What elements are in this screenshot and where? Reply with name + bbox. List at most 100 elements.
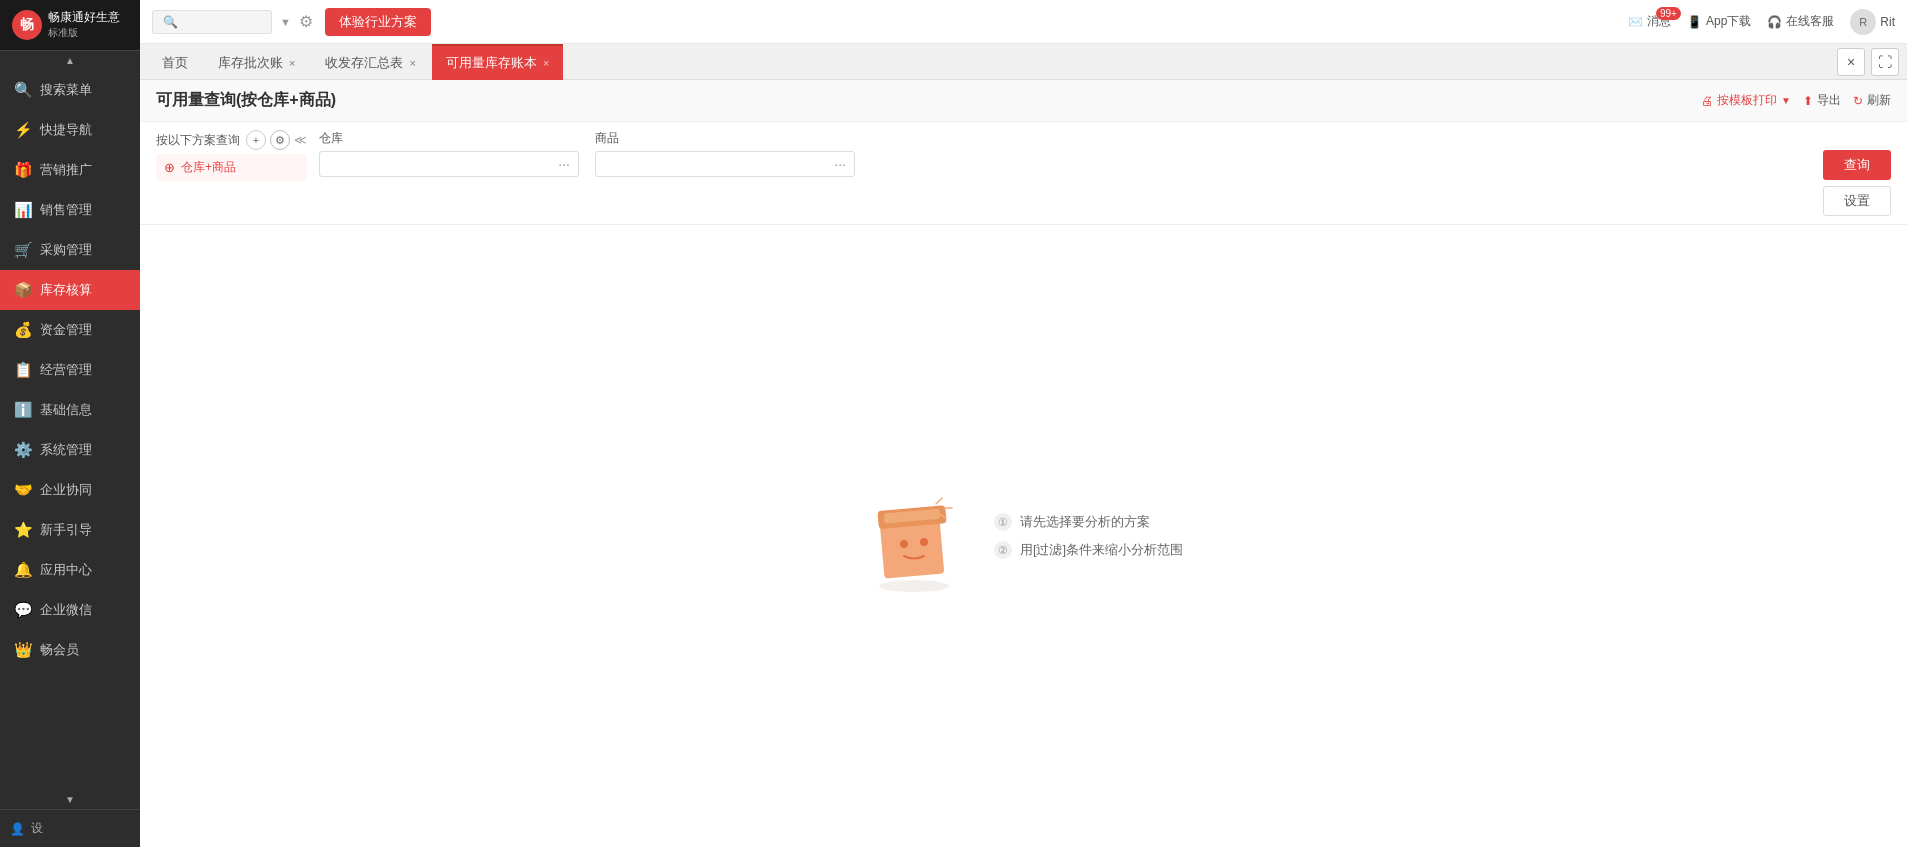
sidebar: 畅 畅康通好生意 标准版 ▲ 🔍 搜索菜单 ⚡ 快捷导航 🎁 营销推广 📊 销售…	[0, 0, 140, 847]
svg-point-4	[900, 540, 908, 548]
chat-icon: 💬	[14, 601, 32, 619]
app-label: App下载	[1706, 13, 1751, 30]
app-download-button[interactable]: 📱 App下载	[1687, 13, 1751, 30]
sidebar-item-label: 营销推广	[40, 161, 92, 179]
tab-available-close[interactable]: ×	[543, 57, 549, 69]
sidebar-item-basic[interactable]: ℹ️ 基础信息	[0, 390, 140, 430]
sidebar-item-wechat[interactable]: 💬 企业微信	[0, 590, 140, 630]
funds-icon: 💰	[14, 321, 32, 339]
query-button[interactable]: 查询	[1823, 150, 1891, 180]
sidebar-bottom[interactable]: 👤 设	[0, 809, 140, 847]
sidebar-item-marketing[interactable]: 🎁 营销推广	[0, 150, 140, 190]
scheme-item-warehouse-product[interactable]: ⊕ 仓库+商品	[156, 154, 307, 181]
refresh-button[interactable]: ↻ 刷新	[1853, 92, 1891, 109]
sidebar-item-label: 快捷导航	[40, 121, 92, 139]
sidebar-scroll-up[interactable]: ▲	[0, 51, 140, 70]
sidebar-item-label: 采购管理	[40, 241, 92, 259]
page-title: 可用量查询(按仓库+商品)	[156, 90, 336, 111]
sidebar-item-label: 资金管理	[40, 321, 92, 339]
tab-batch-label: 库存批次账	[218, 54, 283, 72]
sidebar-item-label: 畅会员	[40, 641, 79, 659]
sidebar-item-member[interactable]: 👑 畅会员	[0, 630, 140, 670]
filter-settings-button[interactable]: 设置	[1823, 186, 1891, 216]
print-button[interactable]: 🖨 按模板打印 ▼	[1701, 92, 1791, 109]
sidebar-scroll-down[interactable]: ▼	[0, 790, 140, 809]
page-header: 可用量查询(按仓库+商品) 🖨 按模板打印 ▼ ⬆ 导出 ↻ 刷新	[140, 80, 1907, 122]
product-more-icon[interactable]: ···	[834, 156, 846, 172]
sidebar-item-label: 应用中心	[40, 561, 92, 579]
sidebar-item-sales[interactable]: 📊 销售管理	[0, 190, 140, 230]
sidebar-item-label: 库存核算	[40, 281, 92, 299]
warehouse-more-icon[interactable]: ···	[558, 156, 570, 172]
tab-available-label: 可用量库存账本	[446, 54, 537, 72]
settings-icon[interactable]: ⚙	[299, 12, 313, 31]
cart-icon: 🛒	[14, 241, 32, 259]
tab-summary-close[interactable]: ×	[409, 57, 415, 69]
filter-scheme-icons: + ⚙ ≪	[246, 130, 307, 150]
add-scheme-button[interactable]: +	[246, 130, 266, 150]
message-button[interactable]: ✉️ 消息 99+	[1628, 13, 1671, 30]
filter-actions: 查询 设置	[1823, 130, 1891, 216]
headset-icon: 🎧	[1767, 15, 1782, 29]
tabbar: 首页 库存批次账 × 收发存汇总表 × 可用量库存账本 × × ⛶	[140, 44, 1907, 80]
tab-batch[interactable]: 库存批次账 ×	[204, 44, 309, 80]
filter-bar: 按以下方案查询 + ⚙ ≪ ⊕ 仓库+商品 仓库	[140, 122, 1907, 225]
tab-summary[interactable]: 收发存汇总表 ×	[311, 44, 429, 80]
chevron-down-icon: ▼	[1781, 95, 1791, 106]
tab-home[interactable]: 首页	[148, 44, 202, 80]
filter-scheme-header: 按以下方案查询 + ⚙ ≪	[156, 130, 307, 150]
empty-state: ① 请先选择要分析的方案 ② 用[过滤]条件来缩小分析范围	[140, 225, 1907, 847]
tab-batch-close[interactable]: ×	[289, 57, 295, 69]
message-icon: ✉️	[1628, 15, 1643, 29]
sidebar-bottom-label: 设	[31, 820, 43, 837]
scheme-settings-button[interactable]: ⚙	[270, 130, 290, 150]
tab-available[interactable]: 可用量库存账本 ×	[432, 44, 563, 80]
logo-icon: 畅	[12, 10, 42, 40]
chevron-down-icon[interactable]: ▼	[280, 16, 291, 28]
logo-text: 畅康通好生意 标准版	[48, 10, 120, 40]
sidebar-item-shortcut[interactable]: ⚡ 快捷导航	[0, 110, 140, 150]
sidebar-item-inventory[interactable]: 📦 库存核算	[0, 270, 140, 310]
gift-icon: 🎁	[14, 161, 32, 179]
trial-button[interactable]: 体验行业方案	[325, 8, 431, 36]
page-header-actions: 🖨 按模板打印 ▼ ⬆ 导出 ↻ 刷新	[1701, 92, 1891, 109]
sidebar-logo: 畅 畅康通好生意 标准版	[0, 0, 140, 51]
sidebar-item-label: 系统管理	[40, 441, 92, 459]
service-button[interactable]: 🎧 在线客服	[1767, 13, 1834, 30]
user-profile[interactable]: R Rit	[1850, 9, 1895, 35]
tip-num-2: ②	[994, 541, 1012, 559]
svg-point-0	[879, 580, 949, 592]
sidebar-item-enterprise[interactable]: 🤝 企业协同	[0, 470, 140, 510]
export-button[interactable]: ⬆ 导出	[1803, 92, 1841, 109]
handshake-icon: 🤝	[14, 481, 32, 499]
tab-expand-button[interactable]: ⛶	[1871, 48, 1899, 76]
topbar-search[interactable]: 🔍	[152, 10, 272, 34]
empty-tip-1: ① 请先选择要分析的方案	[994, 513, 1183, 531]
sidebar-item-label: 基础信息	[40, 401, 92, 419]
search-icon: 🔍	[163, 15, 178, 29]
sidebar-item-purchase[interactable]: 🛒 采购管理	[0, 230, 140, 270]
tab-summary-label: 收发存汇总表	[325, 54, 403, 72]
user-icon: 👤	[10, 822, 25, 836]
tip-text-1: 请先选择要分析的方案	[1020, 513, 1150, 531]
sidebar-item-system[interactable]: ⚙️ 系统管理	[0, 430, 140, 470]
main: 🔍 ▼ ⚙ 体验行业方案 ✉️ 消息 99+ 📱 App下载 🎧 在线客服 R …	[140, 0, 1907, 847]
sidebar-item-guide[interactable]: ⭐ 新手引导	[0, 510, 140, 550]
filter-scheme-label: 按以下方案查询	[156, 132, 240, 149]
sidebar-item-operation[interactable]: 📋 经营管理	[0, 350, 140, 390]
warehouse-input[interactable]: ···	[319, 151, 579, 177]
export-icon: ⬆	[1803, 94, 1813, 108]
refresh-icon: ↻	[1853, 94, 1863, 108]
sidebar-item-apps[interactable]: 🔔 应用中心	[0, 550, 140, 590]
tab-close-all-button[interactable]: ×	[1837, 48, 1865, 76]
product-input[interactable]: ···	[595, 151, 855, 177]
phone-icon: 📱	[1687, 15, 1702, 29]
clipboard-icon: 📋	[14, 361, 32, 379]
sidebar-item-search[interactable]: 🔍 搜索菜单	[0, 70, 140, 110]
content: 可用量查询(按仓库+商品) 🖨 按模板打印 ▼ ⬆ 导出 ↻ 刷新	[140, 80, 1907, 847]
collapse-icon[interactable]: ≪	[294, 133, 307, 147]
empty-tips: ① 请先选择要分析的方案 ② 用[过滤]条件来缩小分析范围	[994, 513, 1183, 559]
sidebar-item-funds[interactable]: 💰 资金管理	[0, 310, 140, 350]
tip-num-1: ①	[994, 513, 1012, 531]
chart-icon: 📊	[14, 201, 32, 219]
